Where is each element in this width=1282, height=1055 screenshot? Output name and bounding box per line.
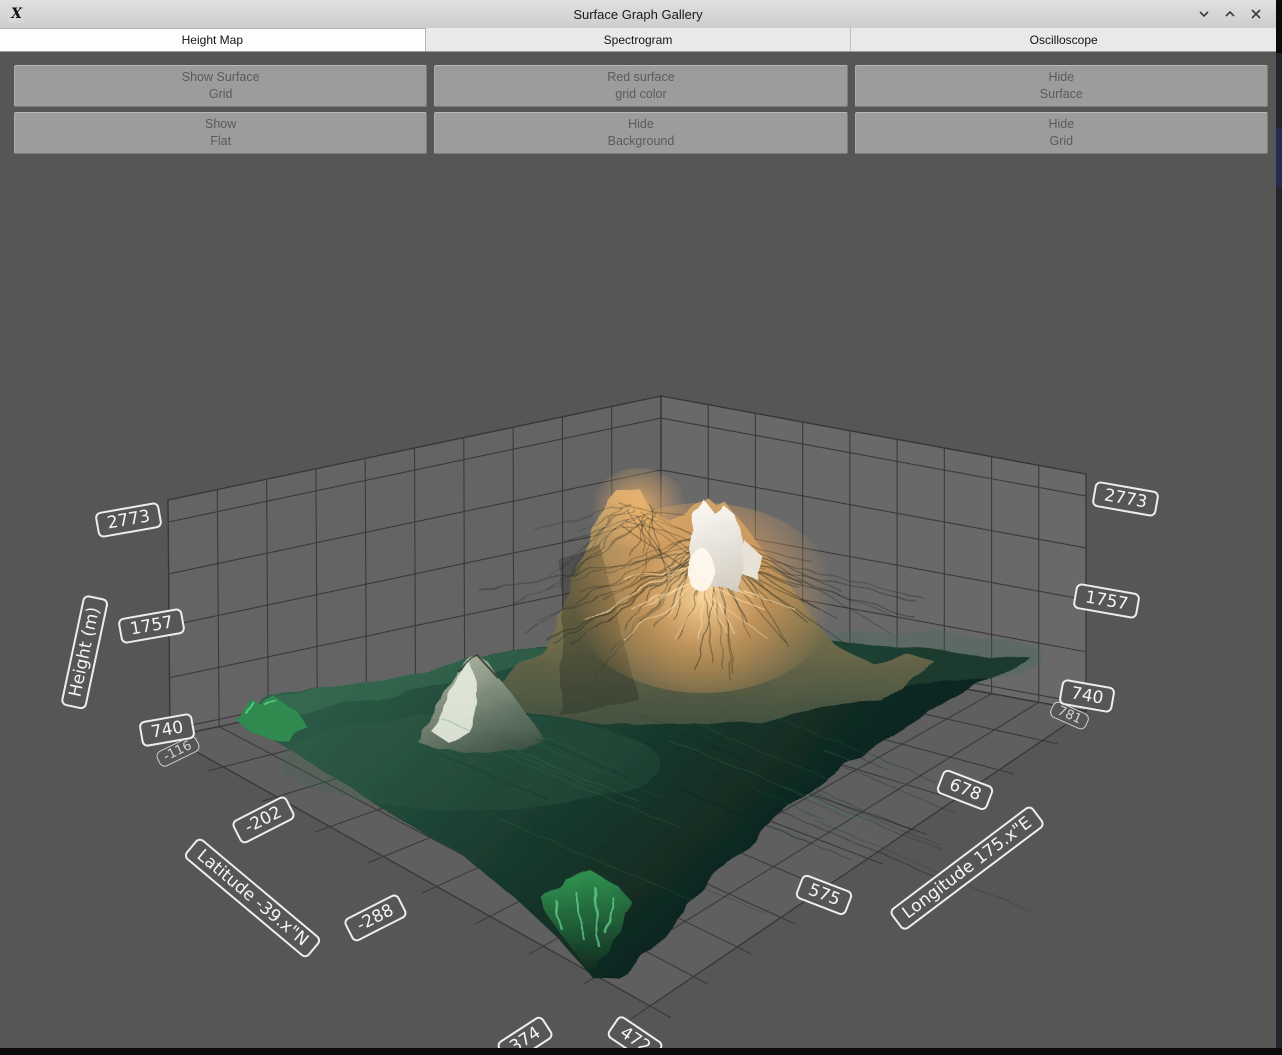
surface-grid-color-button[interactable]: Red surface grid color	[434, 65, 847, 107]
close-icon[interactable]	[1248, 6, 1264, 22]
screen-edge-bottom	[0, 1048, 1282, 1055]
application-window: X Surface Graph Gallery Height Map Spect…	[0, 0, 1282, 1055]
surface-plot-canvas	[0, 0, 1282, 1055]
show-surface-grid-button[interactable]: Show Surface Grid	[14, 65, 427, 107]
hide-grid-button[interactable]: Hide Grid	[855, 112, 1268, 154]
window-title: Surface Graph Gallery	[0, 7, 1276, 22]
screen-edge-right	[1276, 0, 1282, 1055]
hide-background-button[interactable]: Hide Background	[434, 112, 847, 154]
tab-oscilloscope[interactable]: Oscilloscope	[851, 28, 1276, 51]
toolbar: Show Surface Grid Red surface grid color…	[14, 65, 1268, 154]
show-flat-button[interactable]: Show Flat	[14, 112, 427, 154]
hide-surface-button[interactable]: Hide Surface	[855, 65, 1268, 107]
minimize-icon[interactable]	[1196, 6, 1212, 22]
titlebar[interactable]: X Surface Graph Gallery	[0, 0, 1276, 29]
maximize-icon[interactable]	[1222, 6, 1238, 22]
tab-height-map[interactable]: Height Map	[0, 28, 426, 51]
tab-bar: Height Map Spectrogram Oscilloscope	[0, 28, 1276, 52]
surface-plot[interactable]: 2773 1757 -116 740 Height (m) 2773 1757 …	[0, 51, 1276, 1048]
tab-spectrogram[interactable]: Spectrogram	[426, 28, 852, 51]
